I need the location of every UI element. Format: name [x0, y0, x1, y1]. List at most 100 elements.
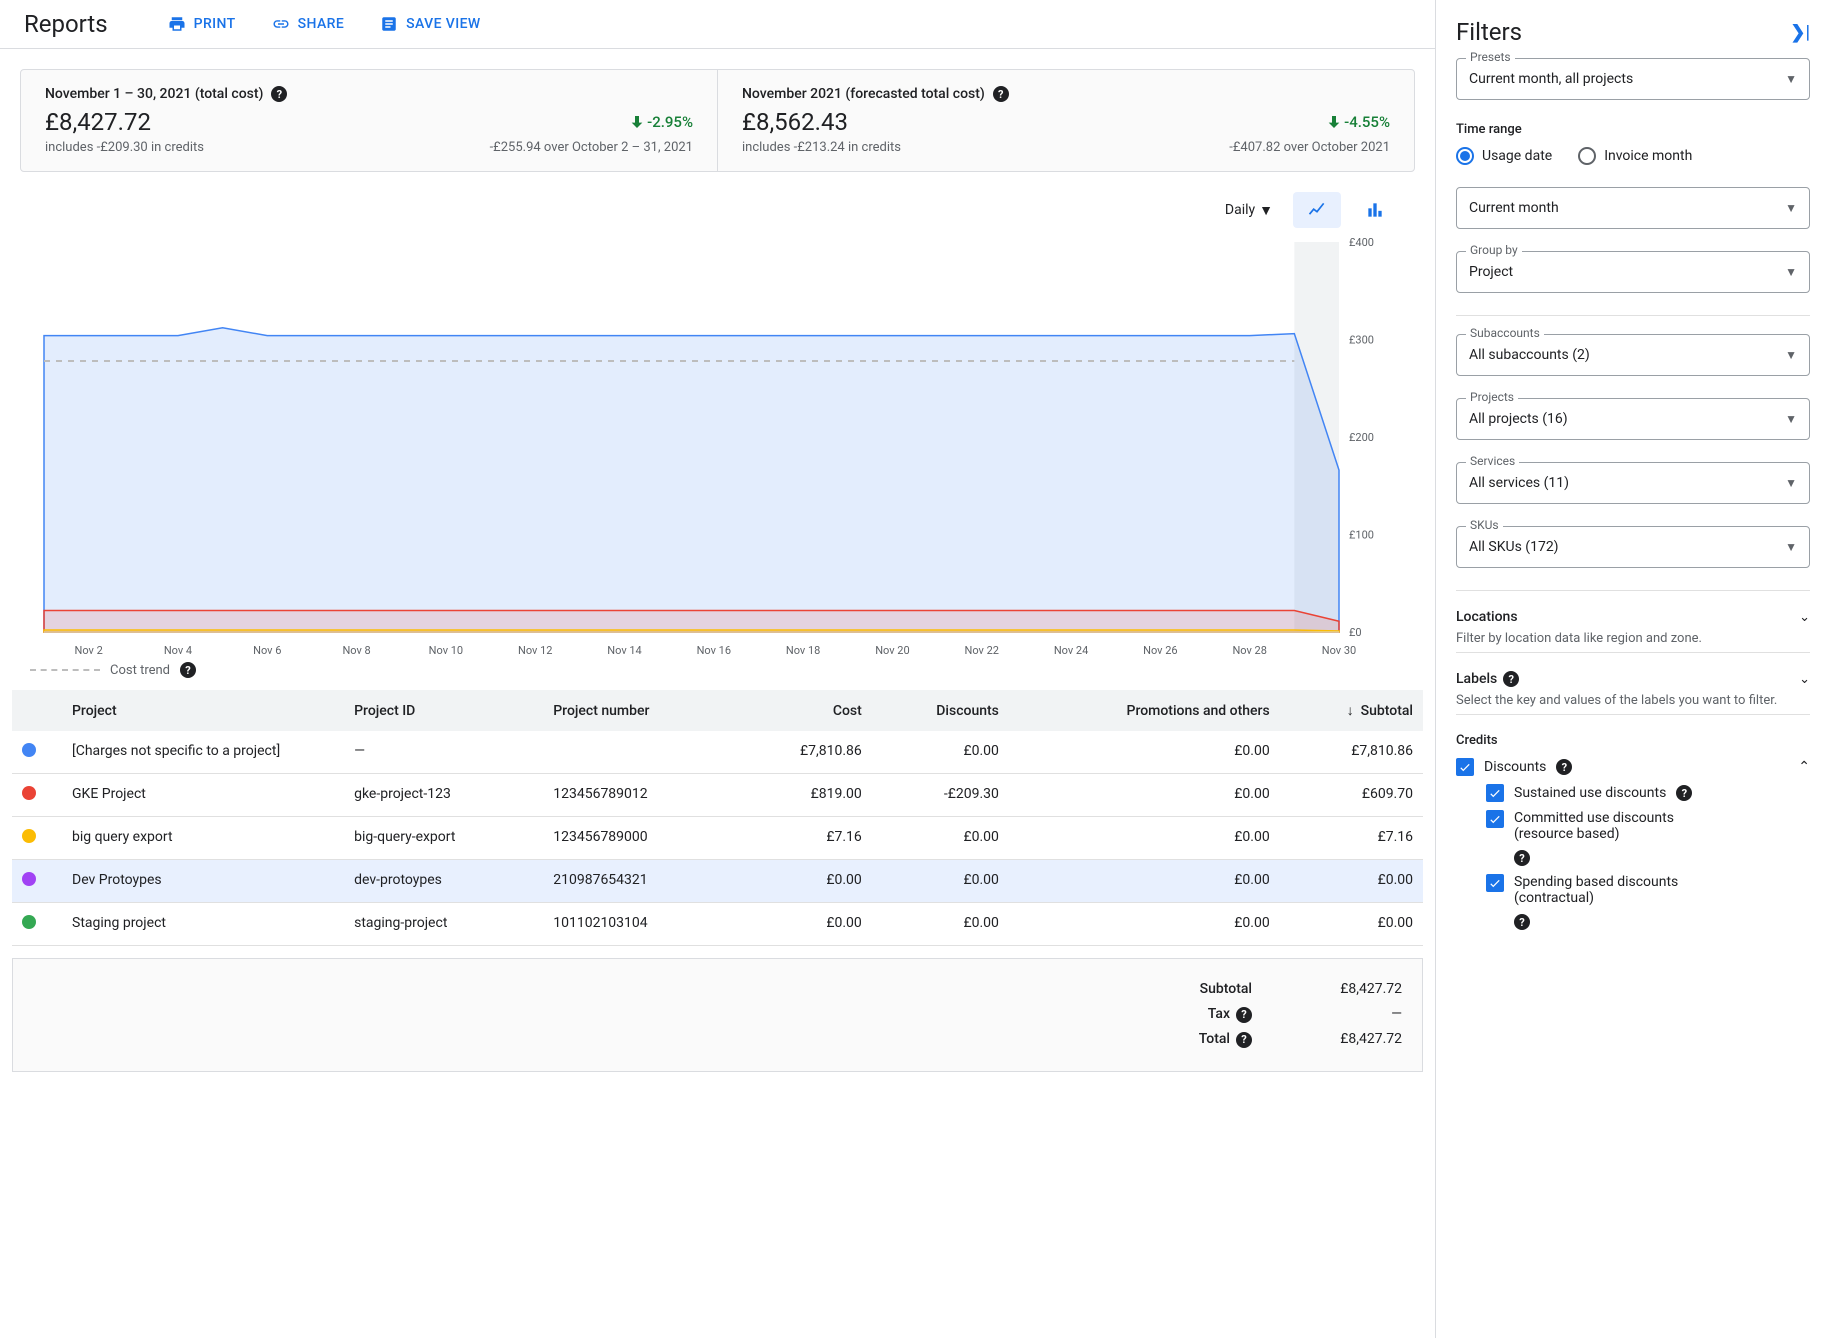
- x-tick: Nov 12: [518, 644, 552, 657]
- x-tick: Nov 30: [1322, 644, 1356, 657]
- time-range-label: Time range: [1456, 122, 1810, 137]
- locations-expander[interactable]: Locations ⌄: [1456, 609, 1810, 625]
- chart-area-gke: [44, 611, 1339, 632]
- print-icon: [168, 15, 186, 33]
- cost-table: ProjectProject IDProject numberCostDisco…: [12, 690, 1423, 946]
- y-tick: £400: [1349, 236, 1374, 249]
- filters-title: Filters: [1456, 18, 1522, 46]
- totals-subtotal: £8,427.72: [1292, 977, 1402, 1002]
- radio-invoice-month[interactable]: Invoice month: [1578, 147, 1692, 165]
- x-tick: Nov 2: [75, 644, 103, 657]
- time-period-select[interactable]: Current month▼: [1456, 187, 1810, 229]
- caret-down-icon: ▼: [1785, 540, 1797, 554]
- table-row[interactable]: [Charges not specific to a project]—£7,8…: [12, 731, 1423, 774]
- totals-tax: —: [1292, 1002, 1402, 1027]
- card-delta: -2.95%: [629, 113, 693, 131]
- group-by-select[interactable]: Project▼: [1456, 251, 1810, 293]
- help-icon[interactable]: ?: [1514, 850, 1530, 866]
- chevron-down-icon: ⌄: [1799, 610, 1810, 625]
- save-view-button[interactable]: SAVE VIEW: [380, 15, 480, 33]
- services-select[interactable]: All services (11)▼: [1456, 462, 1810, 504]
- card-forecast: November 2021 (forecasted total cost) ? …: [717, 70, 1414, 171]
- x-tick: Nov 20: [875, 644, 909, 657]
- checkbox-sustained[interactable]: [1486, 784, 1504, 802]
- help-icon[interactable]: ?: [271, 86, 287, 102]
- chevron-down-icon: ⌄: [1799, 672, 1810, 687]
- subaccounts-select[interactable]: All subaccounts (2)▼: [1456, 334, 1810, 376]
- x-tick: Nov 18: [786, 644, 820, 657]
- chevron-up-icon[interactable]: ⌃: [1798, 759, 1810, 775]
- help-icon[interactable]: ?: [1514, 914, 1530, 930]
- series-color-dot: [22, 743, 36, 757]
- y-tick: £200: [1349, 431, 1374, 444]
- column-header[interactable]: Cost: [736, 690, 872, 731]
- print-button[interactable]: PRINT: [168, 15, 236, 33]
- x-tick: Nov 24: [1054, 644, 1088, 657]
- granularity-select[interactable]: Daily ▼: [1225, 202, 1273, 219]
- presets-select[interactable]: Current month, all projects▼: [1456, 58, 1810, 100]
- series-color-dot: [22, 915, 36, 929]
- column-header[interactable]: Promotions and others: [1009, 690, 1280, 731]
- skus-select[interactable]: All SKUs (172)▼: [1456, 526, 1810, 568]
- arrow-down-icon: [1326, 114, 1342, 130]
- x-tick: Nov 10: [429, 644, 463, 657]
- table-row[interactable]: Dev Protoypesdev-protoypes210987654321£0…: [12, 860, 1423, 903]
- column-header[interactable]: Project ID: [344, 690, 543, 731]
- table-row[interactable]: GKE Projectgke-project-123123456789012£8…: [12, 774, 1423, 817]
- bar-chart-icon: [1365, 200, 1385, 220]
- column-header[interactable]: Discounts: [872, 690, 1009, 731]
- x-tick: Nov 16: [697, 644, 731, 657]
- help-icon[interactable]: ?: [1236, 1007, 1252, 1023]
- credits-label: Credits: [1456, 733, 1810, 748]
- card-actual: November 1 – 30, 2021 (total cost) ? £8,…: [21, 70, 717, 171]
- arrow-down-icon: [629, 114, 645, 130]
- collapse-panel-icon[interactable]: ❯|: [1790, 22, 1810, 43]
- caret-down-icon: ▼: [1785, 412, 1797, 426]
- caret-down-icon: ▼: [1785, 72, 1797, 86]
- chart-type-bar[interactable]: [1351, 192, 1399, 228]
- x-tick: Nov 6: [253, 644, 281, 657]
- labels-expander[interactable]: Labels? ⌄: [1456, 671, 1810, 687]
- share-button[interactable]: SHARE: [272, 15, 345, 33]
- y-tick: £100: [1349, 529, 1374, 542]
- summary-cards: November 1 – 30, 2021 (total cost) ? £8,…: [20, 69, 1415, 172]
- help-icon[interactable]: ?: [1556, 759, 1572, 775]
- trend-line-icon: [30, 669, 100, 671]
- caret-down-icon: ▼: [1785, 201, 1797, 215]
- x-tick: Nov 26: [1143, 644, 1177, 657]
- checkbox-discounts[interactable]: [1456, 758, 1474, 776]
- help-icon[interactable]: ?: [993, 86, 1009, 102]
- checkbox-committed[interactable]: [1486, 810, 1504, 828]
- legend-label: Cost trend: [110, 663, 170, 678]
- table-row[interactable]: big query exportbig-query-export12345678…: [12, 817, 1423, 860]
- chart-type-line[interactable]: [1293, 192, 1341, 228]
- x-tick: Nov 14: [607, 644, 641, 657]
- help-icon[interactable]: ?: [1236, 1032, 1252, 1048]
- x-tick: Nov 8: [342, 644, 370, 657]
- caret-down-icon: ▼: [1785, 265, 1797, 279]
- cost-chart: £0£100£200£300£400Nov 2Nov 4Nov 6Nov 8No…: [24, 232, 1399, 662]
- caret-down-icon: ▼: [1259, 202, 1273, 219]
- chart-area-total: [44, 328, 1339, 632]
- card-amount: £8,562.43: [742, 108, 848, 136]
- radio-usage-date[interactable]: Usage date: [1456, 147, 1552, 165]
- page-title: Reports: [24, 10, 108, 38]
- x-tick: Nov 28: [1232, 644, 1266, 657]
- y-tick: £0: [1349, 626, 1362, 639]
- checkbox-spending[interactable]: [1486, 874, 1504, 892]
- help-icon[interactable]: ?: [1503, 671, 1519, 687]
- help-icon[interactable]: ?: [180, 662, 196, 678]
- sort-icon: ↓: [1347, 703, 1354, 719]
- help-icon[interactable]: ?: [1676, 785, 1692, 801]
- column-header[interactable]: ↓ Subtotal: [1280, 690, 1423, 731]
- series-color-dot: [22, 786, 36, 800]
- column-header[interactable]: Project number: [543, 690, 736, 731]
- projects-select[interactable]: All projects (16)▼: [1456, 398, 1810, 440]
- column-header[interactable]: Project: [62, 690, 344, 731]
- line-chart-icon: [1307, 200, 1327, 220]
- x-tick: Nov 22: [965, 644, 999, 657]
- totals-total: £8,427.72: [1292, 1027, 1402, 1052]
- series-color-dot: [22, 872, 36, 886]
- y-tick: £300: [1349, 334, 1374, 347]
- table-row[interactable]: Staging projectstaging-project1011021031…: [12, 903, 1423, 946]
